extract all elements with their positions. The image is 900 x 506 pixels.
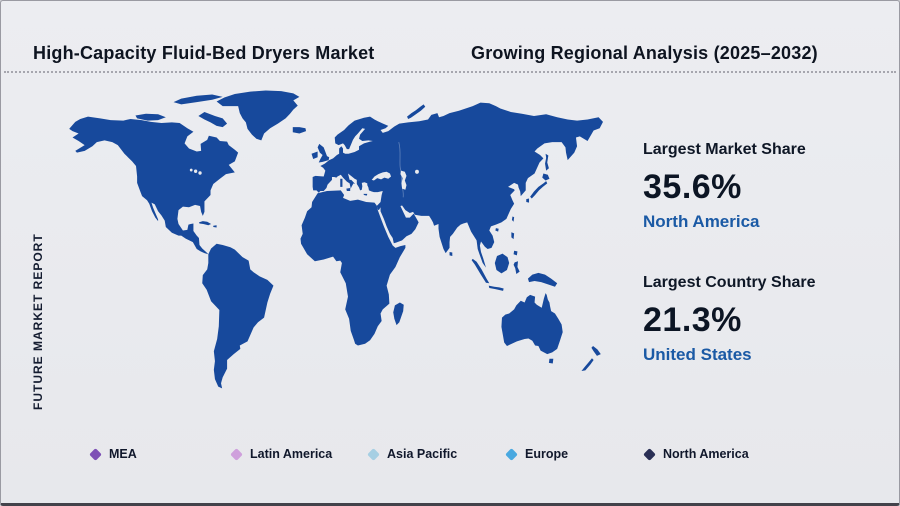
stat-region: North America (643, 212, 760, 231)
stat-label: Largest Market Share (643, 141, 806, 158)
legend-label: MEA (109, 447, 137, 461)
legend-item-mea: MEA (89, 447, 137, 461)
legend-dot-icon (643, 447, 656, 461)
stat-market-share: Largest Market Share 35.6% North America (643, 141, 883, 232)
legend-dot-icon (505, 447, 518, 461)
page-subtitle: Growing Regional Analysis (2025–2032) (471, 43, 818, 63)
stat-region: United States (643, 345, 752, 364)
north-america-landmass (69, 116, 239, 255)
dotted-divider (4, 71, 896, 73)
greenland-landmass (216, 90, 300, 141)
great-lake (198, 171, 202, 175)
stat-country-share: Largest Country Share 21.3% United State… (643, 274, 883, 365)
legend-dot-icon (230, 447, 243, 461)
infographic-frame: High-Capacity Fluid-Bed Dryers Market Gr… (0, 0, 900, 506)
page-title: High-Capacity Fluid-Bed Dryers Market (33, 43, 375, 63)
legend-label: North America (663, 447, 749, 461)
aral-sea (415, 169, 419, 174)
stats-panel: Largest Market Share 35.6% North America… (643, 141, 883, 407)
legend-item-latin-america: Latin America (230, 447, 333, 461)
legend-label: Latin America (250, 447, 333, 461)
stat-value: 35.6% (643, 168, 742, 206)
world-map (69, 90, 603, 389)
legend-item-asia-pacific: Asia Pacific (367, 447, 458, 461)
great-lake (189, 168, 193, 172)
great-lake (193, 169, 198, 173)
legend-item-europe: Europe (505, 447, 569, 461)
australia-landmass (501, 293, 563, 355)
legend: MEA Latin America Asia Pacific Europe No… (1, 447, 899, 469)
legend-item-north-america: North America (643, 447, 749, 461)
stat-value: 21.3% (643, 301, 742, 339)
brand-watermark: FUTURE MARKET REPORT (31, 233, 45, 411)
legend-label: Asia Pacific (387, 447, 458, 461)
legend-dot-icon (89, 447, 102, 461)
south-america-landmass (202, 243, 274, 389)
stat-label: Largest Country Share (643, 274, 816, 291)
legend-label: Europe (525, 447, 569, 461)
legend-dot-icon (367, 447, 380, 461)
landmasses (69, 90, 603, 389)
